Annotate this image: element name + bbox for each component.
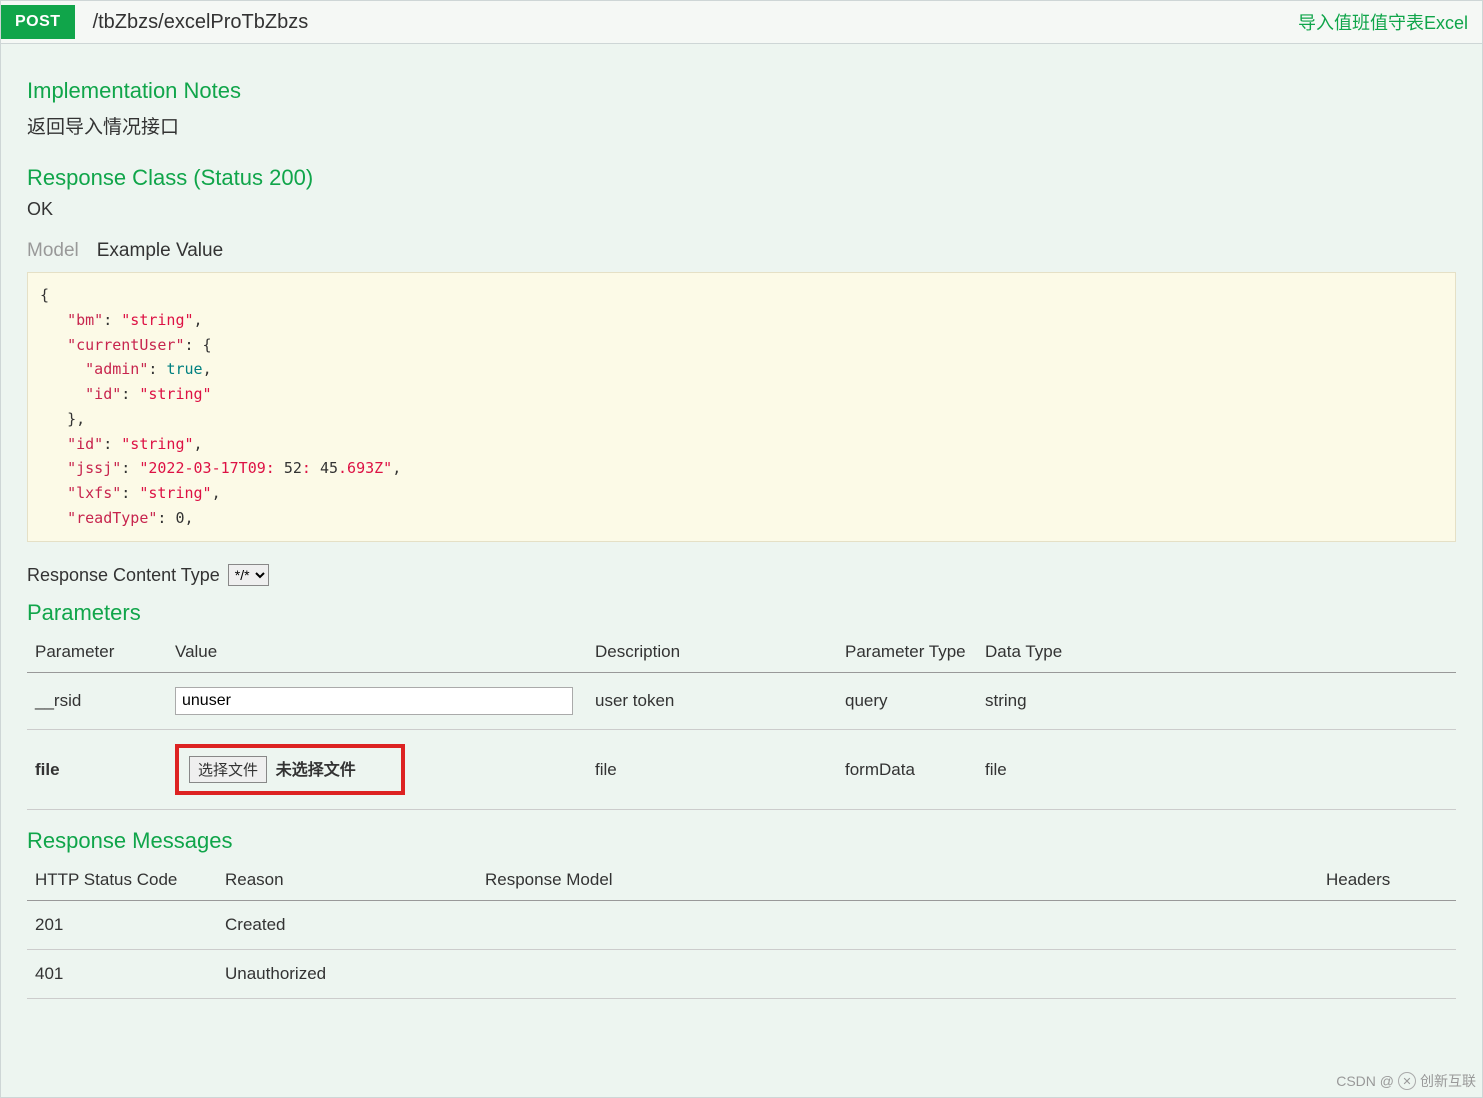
operation-summary: 导入值班值守表Excel <box>1284 1 1482 43</box>
param-desc-rsid: user token <box>587 673 837 730</box>
tab-example-value[interactable]: Example Value <box>97 236 233 266</box>
param-value-input-rsid[interactable] <box>175 687 573 715</box>
col-data-type: Data Type <box>977 634 1456 673</box>
param-desc-file: file <box>587 730 837 810</box>
choose-file-button[interactable]: 选择文件 <box>189 756 267 783</box>
response-status-text: OK <box>27 199 1456 220</box>
param-ptype-rsid: query <box>837 673 977 730</box>
parameters-title: Parameters <box>27 600 1456 626</box>
operation-body: Implementation Notes 返回导入情况接口 Response C… <box>1 44 1482 1027</box>
col-value: Value <box>167 634 587 673</box>
watermark-brand: 创新互联 <box>1420 1071 1476 1091</box>
operation-header[interactable]: POST /tbZbzs/excelProTbZbzs 导入值班值守表Excel <box>1 1 1482 44</box>
watermark: CSDN @ ✕ 创新互联 <box>1336 1071 1476 1091</box>
table-row: 401 Unauthorized <box>27 950 1456 999</box>
parameters-table: Parameter Value Description Parameter Ty… <box>27 634 1456 810</box>
param-name-file: file <box>27 730 167 810</box>
implementation-notes-text: 返回导入情况接口 <box>27 112 1456 139</box>
file-status-text: 未选择文件 <box>276 762 356 779</box>
resp-model-201 <box>477 901 1296 950</box>
resp-headers-401 <box>1296 950 1456 999</box>
watermark-site: CSDN @ <box>1336 1073 1394 1089</box>
col-response-model: Response Model <box>477 862 1296 901</box>
response-schema-tabs: Model Example Value <box>27 236 1456 266</box>
response-content-type-select[interactable]: */* <box>228 564 269 586</box>
col-parameter-type: Parameter Type <box>837 634 977 673</box>
resp-reason-401: Unauthorized <box>217 950 477 999</box>
resp-model-401 <box>477 950 1296 999</box>
param-dtype-rsid: string <box>977 673 1456 730</box>
col-headers: Headers <box>1296 862 1456 901</box>
watermark-logo-icon: ✕ <box>1398 1072 1416 1090</box>
file-input-highlight: 选择文件 未选择文件 <box>175 744 405 795</box>
endpoint-path: /tbZbzs/excelProTbZbzs <box>75 3 1284 42</box>
implementation-notes-title: Implementation Notes <box>27 78 1456 104</box>
table-row: file 选择文件 未选择文件 file formData file <box>27 730 1456 810</box>
col-reason: Reason <box>217 862 477 901</box>
response-content-type-label: Response Content Type <box>27 565 220 586</box>
col-description: Description <box>587 634 837 673</box>
param-name-rsid: __rsid <box>27 673 167 730</box>
table-row: __rsid user token query string <box>27 673 1456 730</box>
response-messages-header-row: HTTP Status Code Reason Response Model H… <box>27 862 1456 901</box>
col-http-status-code: HTTP Status Code <box>27 862 217 901</box>
response-content-type-row: Response Content Type */* <box>27 564 1456 586</box>
resp-headers-201 <box>1296 901 1456 950</box>
example-value-code[interactable]: { "bm": "string", "currentUser": { "admi… <box>27 272 1456 542</box>
response-class-title: Response Class (Status 200) <box>27 165 1456 191</box>
resp-code-401: 401 <box>27 950 217 999</box>
col-parameter: Parameter <box>27 634 167 673</box>
resp-code-201: 201 <box>27 901 217 950</box>
param-dtype-file: file <box>977 730 1456 810</box>
swagger-operation-panel: POST /tbZbzs/excelProTbZbzs 导入值班值守表Excel… <box>0 0 1483 1098</box>
response-messages-table: HTTP Status Code Reason Response Model H… <box>27 862 1456 999</box>
response-messages-title: Response Messages <box>27 828 1456 854</box>
resp-reason-201: Created <box>217 901 477 950</box>
table-row: 201 Created <box>27 901 1456 950</box>
parameters-header-row: Parameter Value Description Parameter Ty… <box>27 634 1456 673</box>
tab-model[interactable]: Model <box>27 236 89 266</box>
param-ptype-file: formData <box>837 730 977 810</box>
http-method-badge: POST <box>1 5 75 39</box>
